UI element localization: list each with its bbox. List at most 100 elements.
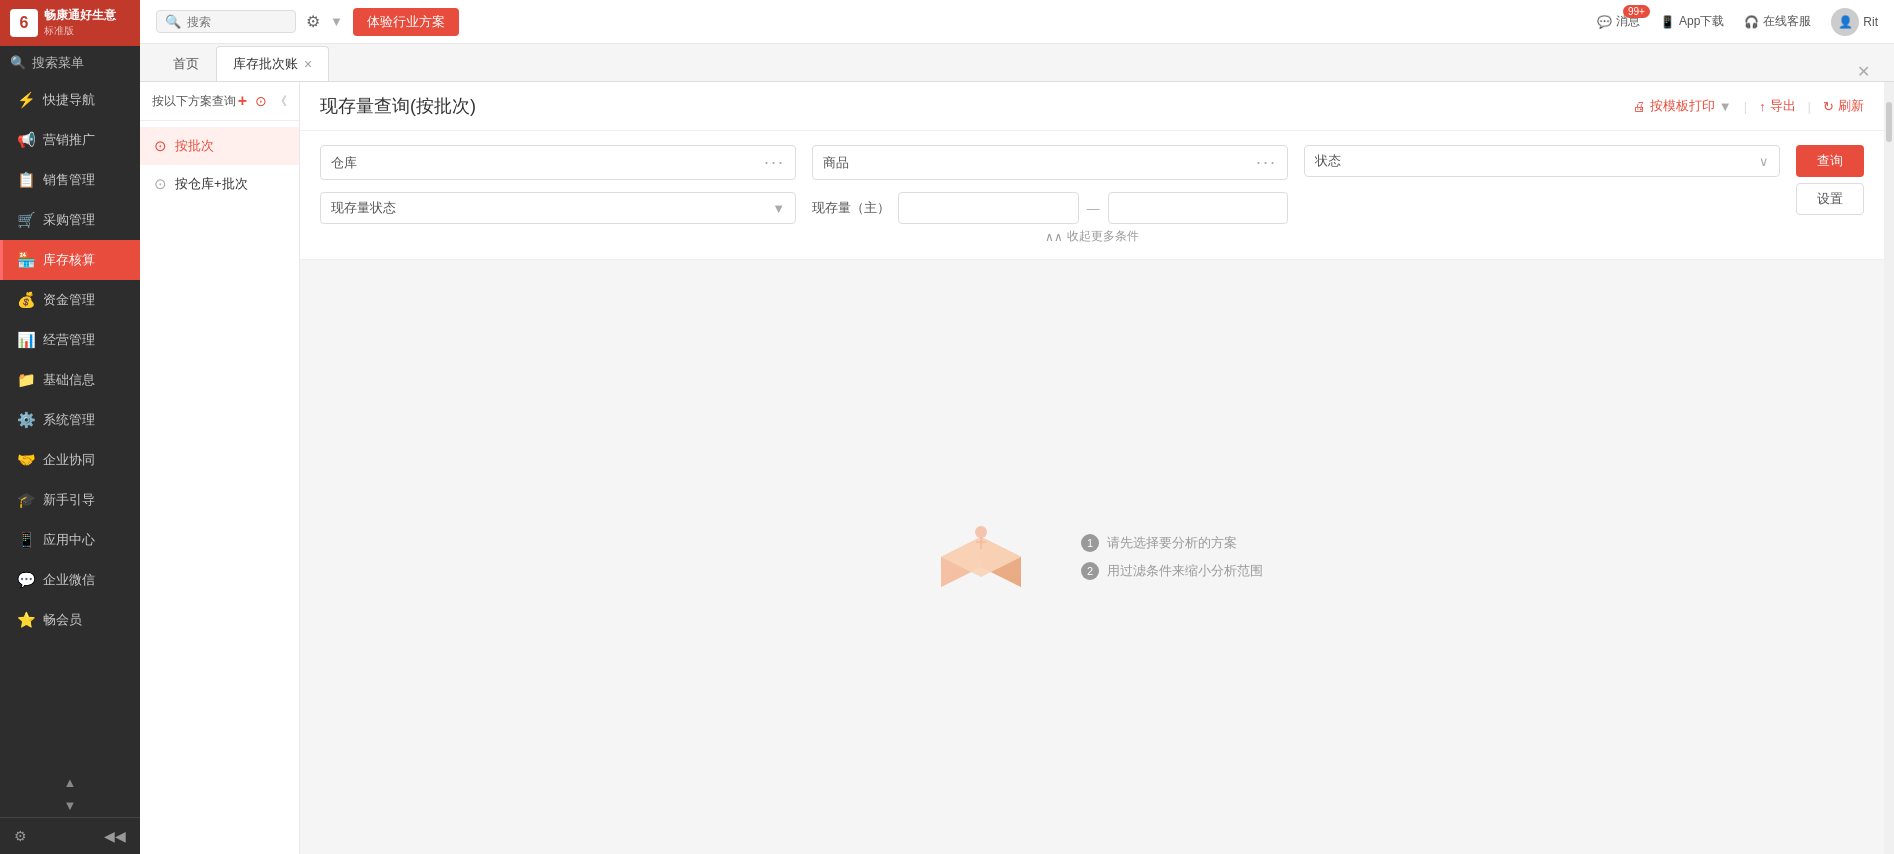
sidebar-item-sales[interactable]: 📋销售管理: [0, 160, 140, 200]
nav-label-finance: 资金管理: [43, 291, 95, 309]
sidebar-item-vip[interactable]: ⭐畅会员: [0, 600, 140, 640]
nav-label-basic: 基础信息: [43, 371, 95, 389]
left-panel-header: 按以下方案查询 + ⊙ 《: [140, 82, 299, 121]
sidebar-scroll-up[interactable]: ▲: [0, 771, 140, 794]
sidebar-item-enterprise[interactable]: 🤝企业协同: [0, 440, 140, 480]
nav-label-ops: 经营管理: [43, 331, 95, 349]
topbar-search-box[interactable]: 🔍: [156, 10, 296, 33]
tab-global-close-icon[interactable]: ✕: [1849, 62, 1878, 81]
sidebar-item-marketing[interactable]: 📢营销推广: [0, 120, 140, 160]
settings-icon[interactable]: ⚙: [14, 828, 27, 844]
export-btn[interactable]: ↑ 导出: [1759, 97, 1796, 115]
nav-label-purchase: 采购管理: [43, 211, 95, 229]
collapse-icon[interactable]: ◀◀: [104, 828, 126, 844]
warehouse-label: 仓库: [331, 154, 357, 172]
sidebar-footer: ⚙ ◀◀: [0, 817, 140, 854]
inventory-amount-min[interactable]: [898, 192, 1079, 224]
topbar-dropdown-icon[interactable]: ▼: [330, 14, 343, 29]
panel-collapse-icon[interactable]: 《: [275, 93, 287, 110]
inventory-amount-label: 现存量（主）: [812, 199, 890, 217]
app-logo: 6: [10, 9, 38, 37]
collapse-bar[interactable]: ∧∧ 收起更多条件: [320, 224, 1864, 245]
plan-list: ⊙ 按批次 ⊙ 按仓库+批次: [140, 121, 299, 854]
hint-text-1: 请先选择要分析的方案: [1107, 534, 1237, 552]
warehouse-filter[interactable]: 仓库 ···: [320, 145, 796, 180]
plan-by-warehouse-batch-label: 按仓库+批次: [175, 175, 248, 193]
inventory-amount-max[interactable]: [1108, 192, 1289, 224]
nav-icon-finance: 💰: [17, 291, 35, 309]
right-scrollbar[interactable]: [1884, 82, 1894, 854]
nav-icon-purchase: 🛒: [17, 211, 35, 229]
export-label: 导出: [1770, 97, 1796, 115]
user-profile-action[interactable]: 👤 Rit: [1831, 8, 1878, 36]
left-panel-header-actions: + ⊙ 《: [238, 92, 287, 110]
sidebar-item-ops[interactable]: 📊 经营管理: [0, 320, 140, 360]
settings-button[interactable]: 设置: [1796, 183, 1864, 215]
left-panel: 按以下方案查询 + ⊙ 《 ⊙ 按批次 ⊙ 按仓库+批次: [140, 82, 300, 854]
right-panel: 现存量查询(按批次) 🖨 按模板打印 ▼ | ↑ 导出 | ↻: [300, 82, 1884, 854]
phone-icon: 📱: [1660, 15, 1675, 29]
nav-icon-ops: 📊: [17, 331, 35, 349]
sidebar-item-guide[interactable]: 🎓新手引导: [0, 480, 140, 520]
company-name: 畅康通好生意: [44, 8, 116, 24]
tab-home[interactable]: 首页: [156, 46, 216, 81]
plan-by-batch-label: 按批次: [175, 137, 214, 155]
user-name: Rit: [1863, 15, 1878, 29]
sidebar-item-inventory[interactable]: 🏪库存核算: [0, 240, 140, 280]
nav-label-guide: 新手引导: [43, 491, 95, 509]
print-dropdown-icon[interactable]: ▼: [1719, 99, 1732, 114]
status-arrow-icon: ∨: [1759, 154, 1769, 169]
query-button[interactable]: 查询: [1796, 145, 1864, 177]
nav-icon-sales: 📋: [17, 171, 35, 189]
sidebar-item-quicknav[interactable]: ⚡快捷导航: [0, 80, 140, 120]
empty-illustration: [921, 507, 1041, 607]
product-filter[interactable]: 商品 ···: [812, 145, 1288, 180]
nav-label-quicknav: 快捷导航: [43, 91, 95, 109]
nav-icon-inventory: 🏪: [17, 251, 35, 269]
sidebar-item-wechat[interactable]: 💬企业微信: [0, 560, 140, 600]
page-header: 现存量查询(按批次) 🖨 按模板打印 ▼ | ↑ 导出 | ↻: [300, 82, 1884, 131]
status-filter[interactable]: 状态 ∨: [1304, 145, 1780, 177]
nav-icon-vip: ⭐: [17, 611, 35, 629]
export-icon: ↑: [1759, 99, 1766, 114]
plan-item-by-batch[interactable]: ⊙ 按批次: [140, 127, 299, 165]
topbar-search-input[interactable]: [187, 15, 287, 29]
print-icon: 🖨: [1633, 99, 1646, 114]
app-download-label: App下载: [1679, 13, 1724, 30]
sidebar-search[interactable]: 🔍 搜索菜单: [0, 46, 140, 80]
inventory-status-filter[interactable]: 现存量状态 ▼: [320, 192, 796, 224]
print-btn[interactable]: 🖨 按模板打印 ▼: [1633, 97, 1732, 115]
sidebar-item-basic[interactable]: 📁基础信息: [0, 360, 140, 400]
nav-icon-system: ⚙️: [17, 411, 35, 429]
message-badge: 99+: [1623, 5, 1650, 18]
add-plan-icon[interactable]: +: [238, 92, 247, 110]
inventory-amount-dash: —: [1087, 201, 1100, 216]
topbar-gear-icon[interactable]: ⚙: [306, 12, 320, 31]
hint-num-1: 1: [1081, 534, 1099, 552]
nav-label-appstore: 应用中心: [43, 531, 95, 549]
sidebar-item-system[interactable]: ⚙️系统管理: [0, 400, 140, 440]
sidebar-item-finance[interactable]: 💰 资金管理: [0, 280, 140, 320]
empty-hint-1: 1 请先选择要分析的方案: [1081, 534, 1263, 552]
avatar: 👤: [1831, 8, 1859, 36]
sidebar-item-purchase[interactable]: 🛒 采购管理: [0, 200, 140, 240]
app-download-action[interactable]: 📱 App下载: [1660, 13, 1724, 30]
page-header-actions: 🖨 按模板打印 ▼ | ↑ 导出 | ↻ 刷新: [1633, 97, 1864, 115]
sidebar-item-appstore[interactable]: 📱应用中心: [0, 520, 140, 560]
topbar-actions: 💬 消息 99+ 📱 App下载 🎧 在线客服 👤 Rit: [1597, 8, 1878, 36]
tab-close-icon[interactable]: ×: [304, 57, 312, 71]
online-service-action[interactable]: 🎧 在线客服: [1744, 13, 1811, 30]
refresh-btn[interactable]: ↻ 刷新: [1823, 97, 1864, 115]
topbar-search-icon: 🔍: [165, 14, 181, 29]
message-action[interactable]: 💬 消息 99+: [1597, 13, 1640, 30]
plan-active-icon: ⊙: [154, 137, 167, 155]
header-divider-2: |: [1808, 99, 1811, 114]
message-icon: 💬: [1597, 15, 1612, 29]
tab-inventory-batch[interactable]: 库存批次账 ×: [216, 46, 329, 81]
experience-btn[interactable]: 体验行业方案: [353, 8, 459, 36]
sidebar-nav: ⚡快捷导航📢营销推广📋销售管理 🛒 采购管理 🏪库存核算 💰 资金管理 📊 经营管理 📁基础信息…: [0, 80, 140, 771]
nav-label-wechat: 企业微信: [43, 571, 95, 589]
sidebar-scroll-down[interactable]: ▼: [0, 794, 140, 817]
plan-settings-icon[interactable]: ⊙: [255, 93, 267, 109]
plan-item-by-warehouse-batch[interactable]: ⊙ 按仓库+批次: [140, 165, 299, 203]
